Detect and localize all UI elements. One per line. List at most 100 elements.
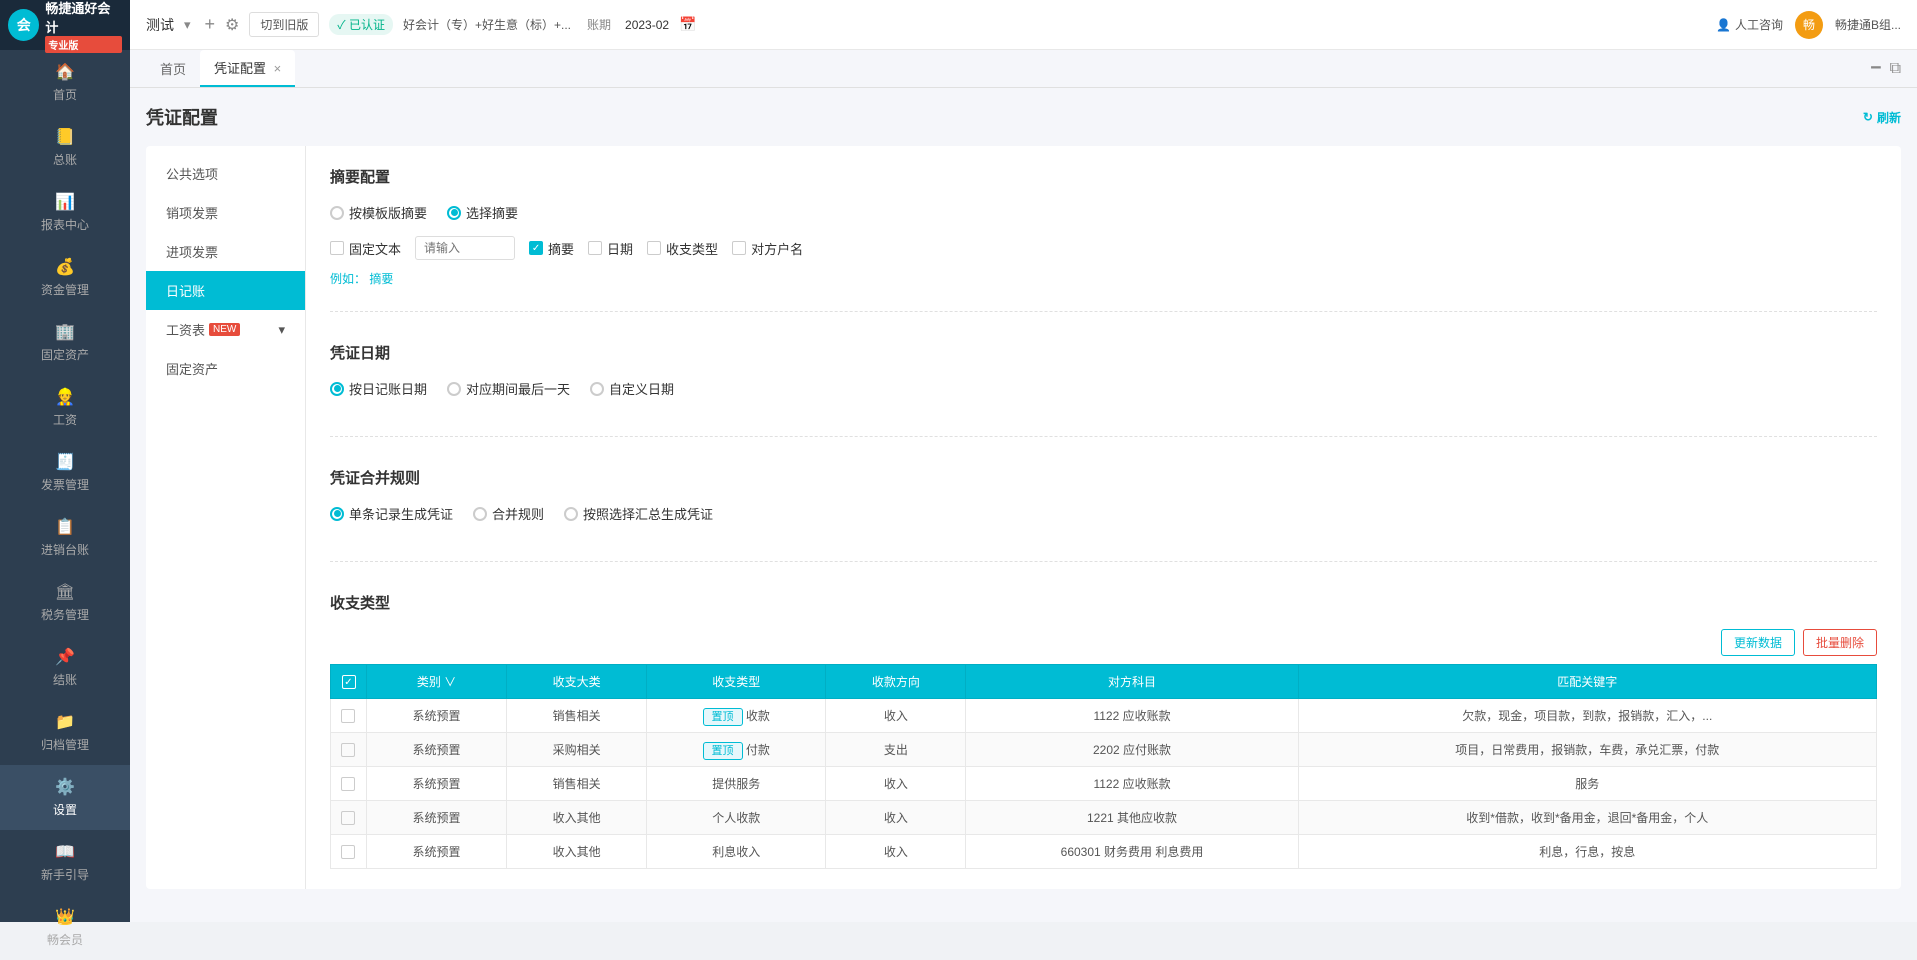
tab-voucher-config[interactable]: 凭证配置 × xyxy=(200,50,295,87)
refresh-icon: ↻ xyxy=(1863,110,1873,124)
tab-minimize-btn[interactable]: 🗕 xyxy=(1870,55,1881,82)
income-expense-section: 收支类型 更新数据 批量删除 ✓ 类别 ∨ 收支大类 xyxy=(330,592,1877,869)
radio-template-summary[interactable]: 按模板版摘要 xyxy=(330,203,427,222)
radio-circle-agg xyxy=(564,507,578,521)
sidebar-item-invoice[interactable]: 🧾 发票管理 xyxy=(0,440,130,505)
settings-icon: ⚙️ xyxy=(55,777,75,797)
checkbox-counterparty[interactable]: 对方户名 xyxy=(732,239,803,258)
sidebar-item-guide[interactable]: 📖 新手引导 xyxy=(0,830,130,895)
radio-period-last-day[interactable]: 对应期间最后一天 xyxy=(447,379,570,398)
row-main-type-4: 收入其他 xyxy=(507,835,647,869)
tab-home[interactable]: 首页 xyxy=(146,51,200,86)
sidebar-item-home[interactable]: 🏠 首页 xyxy=(0,50,130,115)
batch-delete-btn[interactable]: 批量删除 xyxy=(1803,629,1877,656)
fixed-text-input[interactable] xyxy=(415,236,515,260)
row-direction-4: 收入 xyxy=(826,835,966,869)
calendar-icon[interactable]: 📅 xyxy=(679,16,696,33)
close-books-icon: 📌 xyxy=(55,647,75,667)
sidebar-label-reports: 报表中心 xyxy=(41,216,89,233)
radio-single-record[interactable]: 单条记录生成凭证 xyxy=(330,504,453,523)
row-keywords-4: 利息，行息，按息 xyxy=(1298,835,1876,869)
checkbox-box-counterparty xyxy=(732,241,746,255)
content-area: 凭证配置 ↻ 刷新 公共选项 销项发票 进项发票 日记账 xyxy=(130,88,1917,922)
switch-btn[interactable]: 切到旧版 xyxy=(249,12,319,37)
sidebar-label-settings: 设置 xyxy=(53,801,77,818)
top-tag-0[interactable]: 置顶 xyxy=(703,708,743,726)
checkbox-fixed-text[interactable]: 固定文本 xyxy=(330,239,401,258)
row-sub-type-0: 置顶 收款 xyxy=(647,699,826,733)
col-account: 对方科目 xyxy=(966,665,1298,699)
summary-checkbox-row: 固定文本 ✓ 摘要 日期 收支类型 xyxy=(330,236,1877,260)
row-checkbox-4[interactable] xyxy=(341,845,355,859)
topbar-dropdown-icon[interactable]: ▾ xyxy=(184,17,191,33)
sidebar-item-reports[interactable]: 📊 报表中心 xyxy=(0,180,130,245)
funds-icon: 💰 xyxy=(55,257,75,277)
radio-select-summary[interactable]: 选择摘要 xyxy=(447,203,518,222)
sidebar-item-archive[interactable]: 📁 归档管理 xyxy=(0,700,130,765)
config-menu-sales-invoice[interactable]: 销项发票 xyxy=(146,193,305,232)
row-category-0: 系统预置 xyxy=(367,699,507,733)
page-title-row: 凭证配置 ↻ 刷新 xyxy=(146,104,1901,130)
sidebar-item-ledger[interactable]: 📒 总账 xyxy=(0,115,130,180)
checkbox-date[interactable]: 日期 xyxy=(588,239,633,258)
row-checkbox-2[interactable] xyxy=(341,777,355,791)
sidebar-item-salary[interactable]: 👷 工资 xyxy=(0,375,130,440)
row-keywords-2: 服务 xyxy=(1298,767,1876,801)
refresh-btn[interactable]: ↻ 刷新 xyxy=(1863,109,1901,126)
sidebar-item-settings[interactable]: ⚙️ 设置 xyxy=(0,765,130,830)
username-label[interactable]: 畅捷通B组... xyxy=(1835,16,1901,33)
radio-aggregate[interactable]: 按照选择汇总生成凭证 xyxy=(564,504,713,523)
row-checkbox-0[interactable] xyxy=(341,709,355,723)
row-keywords-0: 欠款，现金，项目款，到款，报销款，汇入，... xyxy=(1298,699,1876,733)
row-checkbox-1[interactable] xyxy=(341,743,355,757)
row-sub-type-1: 置顶 付款 xyxy=(647,733,826,767)
update-data-btn[interactable]: 更新数据 xyxy=(1721,629,1795,656)
topbar: 测试 ▾ + ⚙ 切到旧版 ✓ 已认证 好会计（专）+好生意（标）+... 账期… xyxy=(130,0,1917,50)
summary-radio-group: 按模板版摘要 选择摘要 xyxy=(330,203,1877,222)
tab-close-icon[interactable]: × xyxy=(274,61,282,76)
radio-custom-date[interactable]: 自定义日期 xyxy=(590,379,674,398)
consult-btn[interactable]: 👤 人工咨询 xyxy=(1716,16,1783,33)
col-main-type: 收支大类 xyxy=(507,665,647,699)
table-select-all-checkbox[interactable]: ✓ xyxy=(342,675,356,689)
tab-maximize-btn[interactable]: ⧉ xyxy=(1890,55,1901,82)
row-direction-1: 支出 xyxy=(826,733,966,767)
sales-icon: 📋 xyxy=(55,517,75,537)
sidebar-item-funds[interactable]: 💰 资金管理 xyxy=(0,245,130,310)
row-sub-type-3: 个人收款 xyxy=(647,801,826,835)
config-layout: 公共选项 销项发票 进项发票 日记账 工资表 NEW ▾ 固定资产 xyxy=(146,146,1901,889)
sidebar-item-sales[interactable]: 📋 进销台账 xyxy=(0,505,130,570)
sidebar-label-sales: 进销台账 xyxy=(41,541,89,558)
row-keywords-3: 收到*借款，收到*备用金，退回*备用金，个人 xyxy=(1298,801,1876,835)
topbar-gear-icon[interactable]: ⚙ xyxy=(225,15,239,35)
radio-merge-rule[interactable]: 合并规则 xyxy=(473,504,544,523)
logo-title: 畅捷通好会计 xyxy=(45,0,122,36)
config-menu-fixed-assets[interactable]: 固定资产 xyxy=(146,349,305,388)
sidebar-label-funds: 资金管理 xyxy=(41,281,89,298)
sidebar-item-tax[interactable]: 🏛 税务管理 xyxy=(0,570,130,635)
config-menu-payroll[interactable]: 工资表 NEW ▾ xyxy=(146,310,305,349)
home-icon: 🏠 xyxy=(55,62,75,82)
period-label: 账期 xyxy=(587,16,611,33)
vip-icon: 👑 xyxy=(55,907,75,927)
top-tag-1[interactable]: 置顶 xyxy=(703,742,743,760)
radio-circle-custom-date xyxy=(590,382,604,396)
guide-icon: 📖 xyxy=(55,842,75,862)
radio-journal-date[interactable]: 按日记账日期 xyxy=(330,379,427,398)
income-expense-table: ✓ 类别 ∨ 收支大类 收支类型 收款方向 对方科目 匹配关键字 xyxy=(330,664,1877,869)
sidebar-label-guide: 新手引导 xyxy=(41,866,89,883)
checkbox-income-type[interactable]: 收支类型 xyxy=(647,239,718,258)
config-menu-purchase-invoice[interactable]: 进项发票 xyxy=(146,232,305,271)
row-category-3: 系统预置 xyxy=(367,801,507,835)
sidebar-item-vip[interactable]: 👑 畅会员 xyxy=(0,895,130,960)
config-menu-public[interactable]: 公共选项 xyxy=(146,154,305,193)
checkbox-summary[interactable]: ✓ 摘要 xyxy=(529,239,574,258)
sidebar-item-assets[interactable]: 🏢 固定资产 xyxy=(0,310,130,375)
sidebar-item-close[interactable]: 📌 结账 xyxy=(0,635,130,700)
page-title: 凭证配置 xyxy=(146,104,218,130)
topbar-add-btn[interactable]: + xyxy=(205,14,216,35)
col-category: 类别 ∨ xyxy=(367,665,507,699)
radio-circle-journal-date xyxy=(330,382,344,396)
row-checkbox-3[interactable] xyxy=(341,811,355,825)
config-menu-journal[interactable]: 日记账 xyxy=(146,271,305,310)
